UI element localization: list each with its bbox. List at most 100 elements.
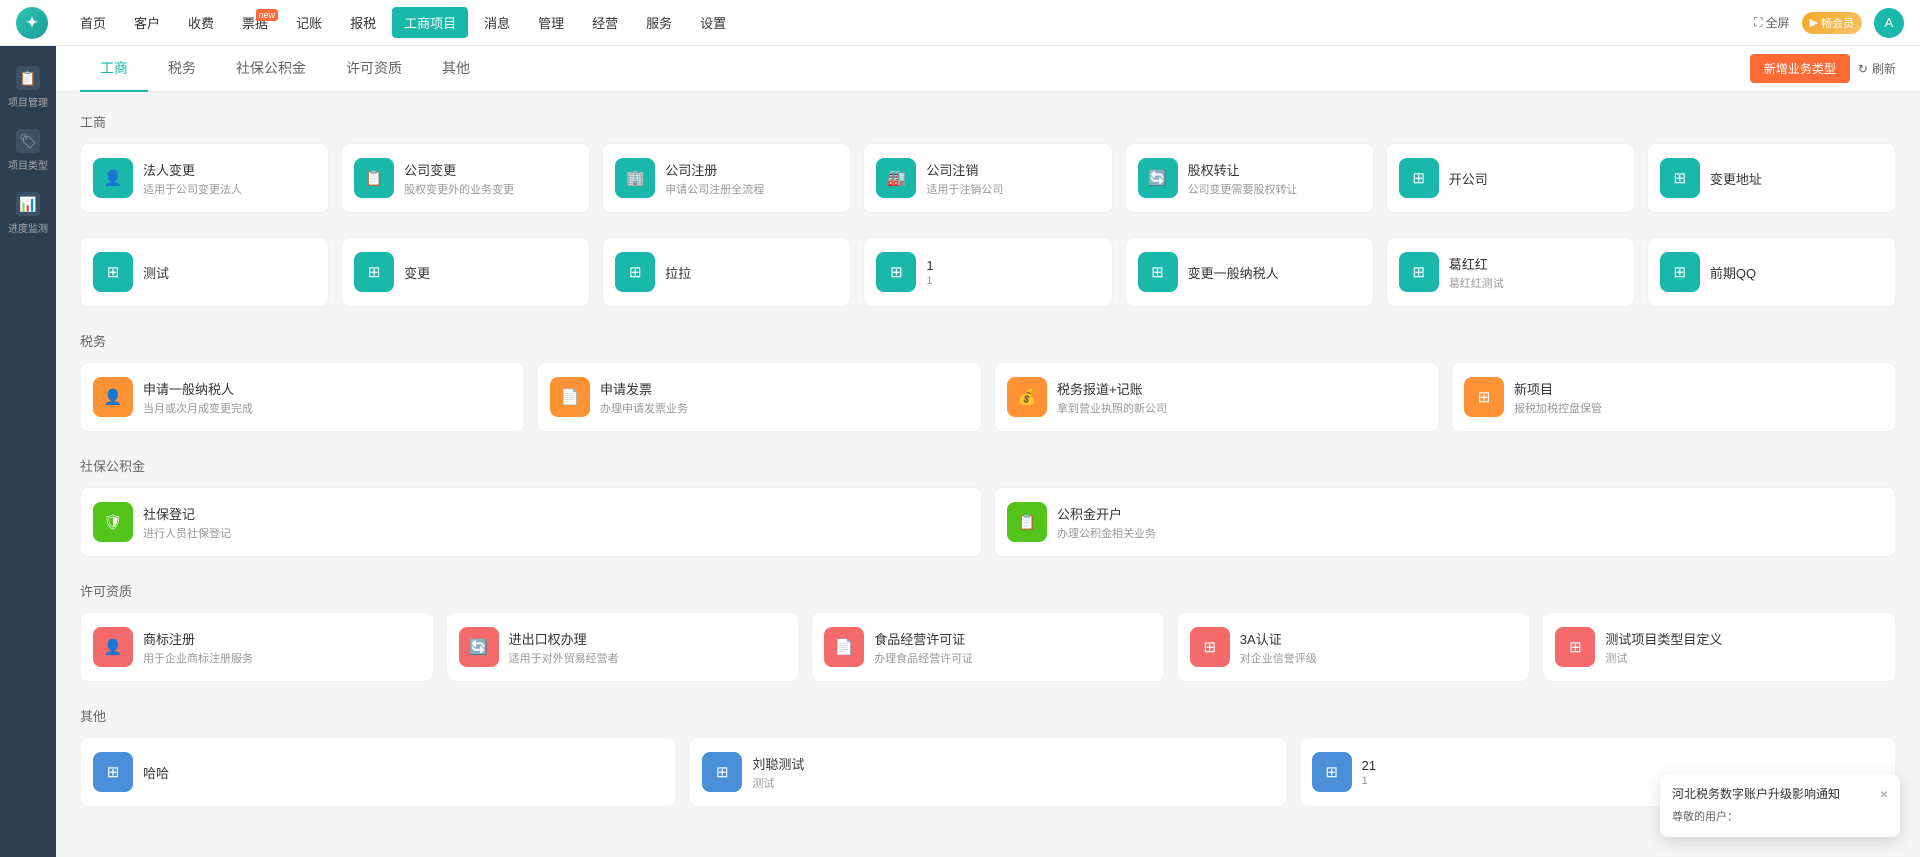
card-icon: 🏢 bbox=[615, 158, 655, 198]
card-前期QQ[interactable]: ⊞ 前期QQ bbox=[1647, 237, 1896, 307]
card-text: 拉拉 bbox=[665, 263, 691, 282]
sidebar: 📋 项目管理 🏷 项目类型 📊 进度监测 bbox=[0, 46, 56, 857]
notification-popup: 河北税务数字账户升级影响通知 × 尊敬的用户： bbox=[1660, 774, 1900, 837]
nav-item-经营[interactable]: 经营 bbox=[580, 7, 630, 38]
card-社保登记[interactable]: 🛡 社保登记 进行人员社保登记 bbox=[80, 487, 982, 557]
card-text: 开公司 bbox=[1449, 169, 1488, 188]
card-icon: ⊞ bbox=[1660, 252, 1700, 292]
card-税务报道+记账[interactable]: 💰 税务报道+记账 拿到营业执照的新公司 bbox=[994, 362, 1439, 432]
sidebar-item-进度监测[interactable]: 📊 进度监测 bbox=[0, 182, 56, 245]
nav-item-收费[interactable]: 收费 bbox=[176, 7, 226, 38]
sidebar-label: 进度监测 bbox=[8, 220, 48, 235]
card-公司变更[interactable]: 📋 公司变更 股权变更外的业务变更 bbox=[341, 143, 590, 213]
card-desc: 测试 bbox=[1605, 650, 1722, 666]
card-测试[interactable]: ⊞ 测试 bbox=[80, 237, 329, 307]
nav-item-首页[interactable]: 首页 bbox=[68, 7, 118, 38]
nav-item-消息[interactable]: 消息 bbox=[472, 7, 522, 38]
card-icon: 🏭 bbox=[876, 158, 916, 198]
nav-item-服务[interactable]: 服务 bbox=[634, 7, 684, 38]
card-拉拉[interactable]: ⊞ 拉拉 bbox=[602, 237, 851, 307]
card-text: 21 1 bbox=[1362, 758, 1376, 787]
card-icon: ⊞ bbox=[702, 752, 742, 792]
card-公司注册[interactable]: 🏢 公司注册 申请公司注册全流程 bbox=[602, 143, 851, 213]
card-icon: ⊞ bbox=[1190, 627, 1230, 667]
sidebar-item-项目管理[interactable]: 📋 项目管理 bbox=[0, 56, 56, 119]
card-icon: ⊞ bbox=[1399, 252, 1439, 292]
cards-grid: ⊞ 测试 ⊞ 变更 ⊞ 拉拉 ⊞ bbox=[80, 237, 1896, 307]
card-变更[interactable]: ⊞ 变更 bbox=[341, 237, 590, 307]
card-name: 变更 bbox=[404, 263, 430, 282]
card-icon: 💰 bbox=[1007, 377, 1047, 417]
notification-header: 河北税务数字账户升级影响通知 × bbox=[1672, 786, 1888, 803]
nav-item-工商项目[interactable]: 工商项目 bbox=[392, 7, 468, 38]
card-刘聪测试[interactable]: ⊞ 刘聪测试 测试 bbox=[689, 737, 1286, 807]
card-测试项目类型目定义[interactable]: ⊞ 测试项目类型目定义 测试 bbox=[1542, 612, 1896, 682]
new-type-button[interactable]: 新增业务类型 bbox=[1750, 54, 1850, 83]
card-进出口权办理[interactable]: 🔄 进出口权办理 适用于对外贸易经营者 bbox=[446, 612, 800, 682]
nav-item-记账[interactable]: 记账 bbox=[284, 7, 334, 38]
card-name: 1 bbox=[926, 258, 933, 273]
section-社保公积金: 社保公积金 🛡 社保登记 进行人员社保登记 📋 公积金开户 办理公积金相关业务 bbox=[80, 456, 1896, 557]
fullscreen-button[interactable]: ⛶ 全屏 bbox=[1754, 14, 1789, 31]
avatar[interactable]: A bbox=[1874, 8, 1904, 38]
card-法人变更[interactable]: 👤 法人变更 适用于公司变更法人 bbox=[80, 143, 329, 213]
member-button[interactable]: ▶ 畅会员 bbox=[1802, 12, 1862, 34]
card-text: 股权转让 公司变更需要股权转让 bbox=[1188, 160, 1298, 197]
cards-grid: ⊞ 哈哈 ⊞ 刘聪测试 测试 ⊞ 21 1 bbox=[80, 737, 1896, 807]
sidebar-item-项目类型[interactable]: 🏷 项目类型 bbox=[0, 119, 56, 182]
nav-item-客户[interactable]: 客户 bbox=[122, 7, 172, 38]
nav-item-管理[interactable]: 管理 bbox=[526, 7, 576, 38]
card-icon: ⊞ bbox=[1399, 158, 1439, 198]
section-title: 其他 bbox=[80, 706, 1896, 725]
refresh-button[interactable]: ↻ 刷新 bbox=[1858, 60, 1896, 77]
card-icon: ⊞ bbox=[354, 252, 394, 292]
card-text: 公司注销 适用于注销公司 bbox=[926, 160, 1003, 197]
card-开公司[interactable]: ⊞ 开公司 bbox=[1386, 143, 1635, 213]
card-申请一般纳税人[interactable]: 👤 申请一般纳税人 当月或次月成变更完成 bbox=[80, 362, 525, 432]
card-text: 变更 bbox=[404, 263, 430, 282]
card-公司注销[interactable]: 🏭 公司注销 适用于注销公司 bbox=[863, 143, 1112, 213]
nav-item-报税[interactable]: 报税 bbox=[338, 7, 388, 38]
sub-tab-其他[interactable]: 其他 bbox=[422, 46, 490, 92]
card-name: 拉拉 bbox=[665, 263, 691, 282]
nav-badge: new bbox=[256, 9, 279, 21]
card-新项目[interactable]: ⊞ 新项目 报税加税控盘保管 bbox=[1451, 362, 1896, 432]
card-icon: ⊞ bbox=[93, 252, 133, 292]
sub-tab-税务[interactable]: 税务 bbox=[148, 46, 216, 92]
card-icon: ⊞ bbox=[1138, 252, 1178, 292]
card-股权转让[interactable]: 🔄 股权转让 公司变更需要股权转让 bbox=[1125, 143, 1374, 213]
notification-close-button[interactable]: × bbox=[1880, 786, 1888, 802]
card-name: 申请发票 bbox=[600, 379, 688, 398]
card-text: 申请发票 办理申请发票业务 bbox=[600, 379, 688, 416]
card-text: 测试项目类型目定义 测试 bbox=[1605, 629, 1722, 666]
fullscreen-icon: ⛶ bbox=[1754, 15, 1762, 30]
card-申请发票[interactable]: 📄 申请发票 办理申请发票业务 bbox=[537, 362, 982, 432]
card-1[interactable]: ⊞ 1 1 bbox=[863, 237, 1112, 307]
sub-tab-许可资质[interactable]: 许可资质 bbox=[326, 46, 422, 92]
card-变更地址[interactable]: ⊞ 变更地址 bbox=[1647, 143, 1896, 213]
card-text: 测试 bbox=[143, 263, 169, 282]
card-name: 测试项目类型目定义 bbox=[1605, 629, 1722, 648]
card-desc: 当月或次月成变更完成 bbox=[143, 400, 253, 416]
card-desc: 办理申请发票业务 bbox=[600, 400, 688, 416]
card-name: 哈哈 bbox=[143, 763, 169, 782]
card-变更一般纳税人[interactable]: ⊞ 变更一般纳税人 bbox=[1125, 237, 1374, 307]
card-哈哈[interactable]: ⊞ 哈哈 bbox=[80, 737, 677, 807]
nav-item-设置[interactable]: 设置 bbox=[688, 7, 738, 38]
card-公积金开户[interactable]: 📋 公积金开户 办理公积金相关业务 bbox=[994, 487, 1896, 557]
card-商标注册[interactable]: 👤 商标注册 用于企业商标注册服务 bbox=[80, 612, 434, 682]
nav-items: 首页客户收费票据new记账报税工商项目消息管理经营服务设置 bbox=[68, 7, 1754, 38]
card-葛红红[interactable]: ⊞ 葛红红 葛红红测试 bbox=[1386, 237, 1635, 307]
card-食品经营许可证[interactable]: 📄 食品经营许可证 办理食品经营许可证 bbox=[811, 612, 1165, 682]
nav-item-票据[interactable]: 票据new bbox=[230, 7, 280, 38]
section-工商: 工商 👤 法人变更 适用于公司变更法人 📋 公司变更 股权变更外的业务变更 🏢 … bbox=[80, 112, 1896, 213]
card-name: 刘聪测试 bbox=[752, 754, 804, 773]
sub-tab-社保公积金[interactable]: 社保公积金 bbox=[216, 46, 326, 92]
cards-grid: 👤 申请一般纳税人 当月或次月成变更完成 📄 申请发票 办理申请发票业务 💰 税… bbox=[80, 362, 1896, 432]
sub-tab-工商[interactable]: 工商 bbox=[80, 46, 148, 92]
card-3A认证[interactable]: ⊞ 3A认证 对企业信誉评级 bbox=[1177, 612, 1531, 682]
card-desc: 适用于对外贸易经营者 bbox=[509, 650, 619, 666]
card-name: 食品经营许可证 bbox=[874, 629, 973, 648]
card-name: 前期QQ bbox=[1710, 263, 1756, 282]
card-icon: 👤 bbox=[93, 377, 133, 417]
